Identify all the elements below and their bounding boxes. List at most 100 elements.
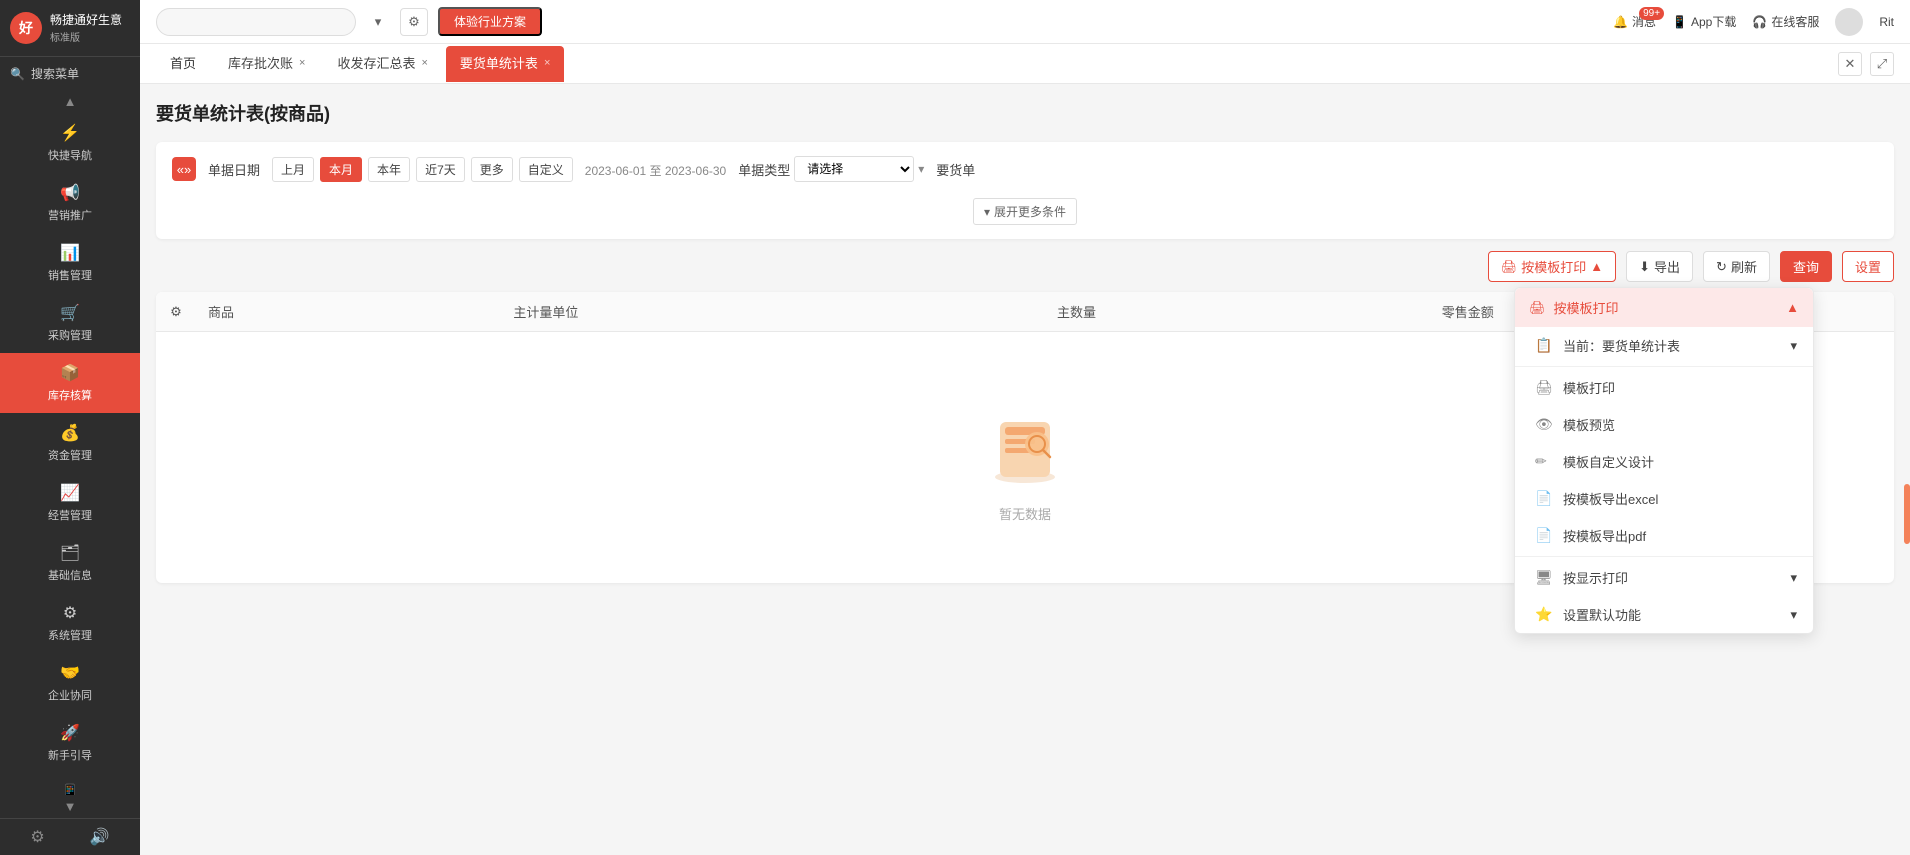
sound-bottom-icon[interactable]: 🔊 <box>90 827 110 847</box>
template-export-excel-item[interactable]: 📄 按模板导出excel <box>1515 480 1813 517</box>
sidebar-item-label: 销售管理 <box>48 267 92 283</box>
collab-icon: 🤝 <box>60 663 80 683</box>
appstore-icon: 📱 <box>60 783 80 795</box>
date-btn-last-month[interactable]: 上月 <box>272 157 314 182</box>
filter-row: «» 单据日期 上月 本月 本年 近7天 更多 自定义 2023-06-01 至… <box>172 156 1878 182</box>
online-service-btn[interactable]: 🎧 在线客服 <box>1752 13 1819 30</box>
date-btn-more[interactable]: 更多 <box>471 157 513 182</box>
date-btn-last-7-days[interactable]: 近7天 <box>416 157 465 182</box>
filter-toggle-btn[interactable]: «» <box>172 157 196 181</box>
current-template-icon: 📋 <box>1535 337 1553 354</box>
display-print-arrow: ▾ <box>1790 570 1797 586</box>
display-print-item[interactable]: 🖥 按显示打印 ▾ <box>1515 559 1813 596</box>
sidebar-item-appstore[interactable]: 📱 应用中心 <box>0 773 140 795</box>
template-custom-item[interactable]: ✏ 模板自定义设计 <box>1515 443 1813 480</box>
trial-btn[interactable]: 体验行业方案 <box>438 7 542 36</box>
sidebar-item-label: 新手引导 <box>48 747 92 763</box>
set-default-item[interactable]: ⭐ 设置默认功能 ▾ <box>1515 596 1813 633</box>
export-label: 导出 <box>1654 257 1680 276</box>
service-icon: 🎧 <box>1752 15 1767 29</box>
display-print-icon: 🖥 <box>1535 569 1553 586</box>
sidebar-scroll-down[interactable]: ▼ <box>0 795 140 818</box>
username-label[interactable]: Rit <box>1879 15 1894 29</box>
sidebar-item-purchase[interactable]: 🛒 采购管理 <box>0 293 140 353</box>
app-name: 畅捷通好生意 <box>50 12 122 29</box>
sidebar-item-label: 基础信息 <box>48 567 92 583</box>
sidebar-item-basic[interactable]: 🗂 基础信息 <box>0 533 140 593</box>
tab-maximize-btn[interactable]: ⤢ <box>1870 52 1894 76</box>
sidebar-item-label: 营销推广 <box>48 207 92 223</box>
notification-btn[interactable]: 🔔 消息 99+ <box>1613 13 1656 30</box>
refresh-btn[interactable]: ↻ 刷新 <box>1703 251 1770 282</box>
pd-divider-1 <box>1515 366 1813 367</box>
app-logo: 好 畅捷通好生意 标准版 <box>0 0 140 57</box>
app-download-btn[interactable]: 📱 App下载 <box>1672 13 1736 30</box>
sidebar-nav: ⚡ 快捷导航 📢 营销推广 📊 销售管理 🛒 采购管理 📦 库存核算 💰 资金管… <box>0 113 140 795</box>
doc-type-suffix: ▾ <box>918 162 924 176</box>
topbar-search-input[interactable] <box>156 8 356 36</box>
sidebar-item-inventory[interactable]: 📦 库存核算 <box>0 353 140 413</box>
print-dropdown-title-label: 按模板打印 <box>1554 298 1619 317</box>
print-template-btn[interactable]: 🖨 按模板打印 ▲ <box>1488 251 1616 282</box>
print-current-template[interactable]: 📋 当前：要货单统计表 ▾ <box>1515 327 1813 364</box>
sidebar-scroll-up[interactable]: ▲ <box>0 90 140 113</box>
sidebar-item-operation[interactable]: 📈 经营管理 <box>0 473 140 533</box>
print-dropdown-collapse-btn[interactable]: ▲ <box>1786 300 1799 315</box>
sidebar-item-marketing[interactable]: 📢 营销推广 <box>0 173 140 233</box>
sidebar-item-finance[interactable]: 💰 资金管理 <box>0 413 140 473</box>
print-dropdown-arrow: ▲ <box>1590 259 1603 274</box>
tab-inventory-batch[interactable]: 库存批次账 × <box>214 46 319 82</box>
tabs-bar: 首页 库存批次账 × 收发存汇总表 × 要货单统计表 × ✕ ⤢ <box>140 44 1910 84</box>
expand-btn-label: 展开更多条件 <box>994 203 1066 220</box>
sidebar-item-label: 采购管理 <box>48 327 92 343</box>
query-btn primary[interactable]: 查询 <box>1780 251 1832 282</box>
search-menu[interactable]: 🔍 搜索菜单 <box>0 57 140 90</box>
date-btn-this-month[interactable]: 本月 <box>320 157 362 182</box>
set-default-label: 设置默认功能 <box>1563 605 1641 624</box>
export-btn[interactable]: ⬇ 导出 <box>1626 251 1693 282</box>
main-area: ▾ ⚙ 体验行业方案 🔔 消息 99+ 📱 App下载 🎧 在线客服 Rit 首… <box>140 0 1910 855</box>
date-btn-custom[interactable]: 自定义 <box>519 157 573 182</box>
tab-requisition-stat-close[interactable]: × <box>544 57 550 69</box>
query-label: 查询 <box>1793 257 1819 276</box>
tab-requisition-stat[interactable]: 要货单统计表 × <box>446 46 564 82</box>
basic-icon: 🗂 <box>60 543 80 563</box>
operation-icon: 📈 <box>60 483 80 503</box>
th-quantity: 主数量 <box>1045 292 1430 332</box>
sidebar-item-guide[interactable]: 🚀 新手引导 <box>0 713 140 773</box>
doc-type-select[interactable]: 请选择 <box>794 156 914 182</box>
topbar-dropdown-btn[interactable]: ▾ <box>366 10 390 34</box>
tab-inventory-batch-close[interactable]: × <box>299 57 305 69</box>
settings-action-btn[interactable]: 设置 <box>1842 251 1894 282</box>
th-settings[interactable]: ⚙ <box>156 292 196 332</box>
sidebar-item-collab[interactable]: 🤝 企业协同 <box>0 653 140 713</box>
sidebar-item-system[interactable]: ⚙ 系统管理 <box>0 593 140 653</box>
app-version: 标准版 <box>50 29 122 44</box>
system-icon: ⚙ <box>63 603 77 623</box>
printer-icon: 🖨 <box>1501 259 1518 275</box>
tab-close-all-btn[interactable]: ✕ <box>1838 52 1862 76</box>
tab-receipt-summary-close[interactable]: × <box>421 57 427 69</box>
scrollbar-thumb[interactable] <box>1904 484 1910 544</box>
print-dropdown-header[interactable]: 🖨 按模板打印 ▲ <box>1515 288 1813 327</box>
purchase-icon: 🛒 <box>60 303 80 323</box>
search-menu-label: 搜索菜单 <box>31 65 79 82</box>
user-avatar[interactable] <box>1835 8 1863 36</box>
online-service-label: 在线客服 <box>1771 13 1819 30</box>
tab-requisition-stat-label: 要货单统计表 <box>460 53 538 72</box>
topbar-settings-btn[interactable]: ⚙ <box>400 8 428 36</box>
date-btn-this-year[interactable]: 本年 <box>368 157 410 182</box>
tab-home[interactable]: 首页 <box>156 46 210 82</box>
template-print-item[interactable]: 🖨 模板打印 <box>1515 369 1813 406</box>
sidebar-item-quick-nav[interactable]: ⚡ 快捷导航 <box>0 113 140 173</box>
tab-receipt-summary[interactable]: 收发存汇总表 × <box>323 46 441 82</box>
sidebar: 好 畅捷通好生意 标准版 🔍 搜索菜单 ▲ ⚡ 快捷导航 📢 营销推广 📊 销售… <box>0 0 140 855</box>
set-default-icon: ⭐ <box>1535 606 1553 623</box>
date-group: 上月 本月 本年 近7天 更多 自定义 <box>272 157 573 182</box>
template-export-pdf-item[interactable]: 📄 按模板导出pdf <box>1515 517 1813 554</box>
sidebar-item-sales[interactable]: 📊 销售管理 <box>0 233 140 293</box>
template-preview-icon: 👁 <box>1535 416 1553 433</box>
expand-filter-btn[interactable]: ▾ 展开更多条件 <box>973 198 1077 225</box>
settings-bottom-icon[interactable]: ⚙ <box>30 827 44 847</box>
template-preview-item[interactable]: 👁 模板预览 <box>1515 406 1813 443</box>
